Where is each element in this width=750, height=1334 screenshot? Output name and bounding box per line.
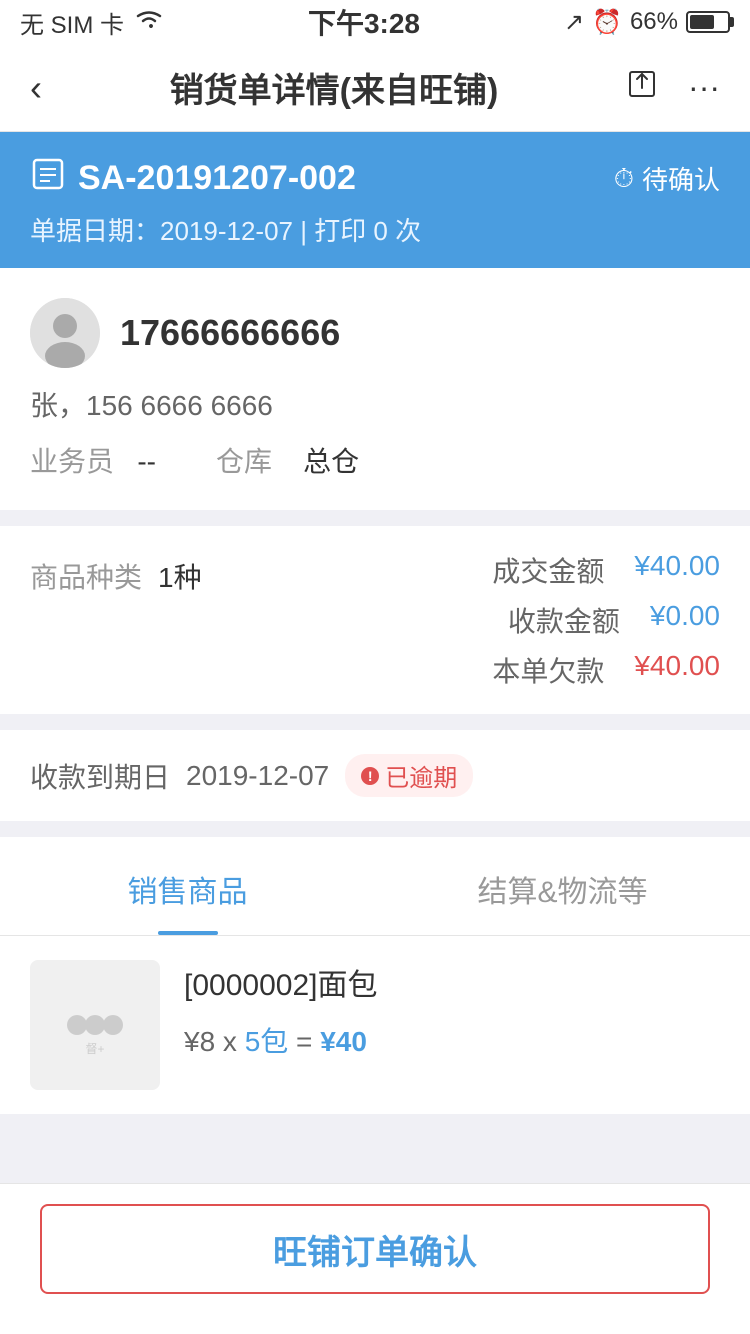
overdue-dot-icon: ! bbox=[361, 767, 379, 785]
customer-phone: 17666666666 bbox=[120, 312, 340, 354]
nav-actions: ··· bbox=[626, 68, 720, 108]
salesperson-section: 业务员 -- bbox=[30, 440, 156, 480]
location-icon: ↗ bbox=[564, 8, 584, 37]
avatar bbox=[30, 298, 100, 368]
back-button[interactable]: ‹ bbox=[30, 67, 42, 109]
warehouse-section: 仓库 总仓 bbox=[216, 440, 359, 480]
customer-section: 17666666666 张，156 6666 6666 业务员 -- 仓库 总仓 bbox=[0, 268, 750, 510]
order-id-text: SA-20191207-002 bbox=[78, 159, 356, 198]
summary-left: 商品种类 1种 bbox=[30, 550, 202, 596]
order-status: ⏱ 待确认 bbox=[614, 160, 720, 197]
more-button[interactable]: ··· bbox=[688, 69, 720, 106]
confirm-button[interactable]: 旺铺订单确认 bbox=[40, 1204, 710, 1294]
wifi-icon bbox=[134, 8, 164, 37]
product-price: ¥8 x 5包 = ¥40 bbox=[184, 1020, 720, 1060]
product-type-label: 商品种类 bbox=[30, 556, 142, 596]
amount-row-2: 本单欠款 ¥40.00 bbox=[492, 650, 720, 690]
due-date-section: 收款到期日 2019-12-07 ! 已逾期 bbox=[0, 730, 750, 821]
product-separator: = bbox=[288, 1026, 320, 1057]
status-time: 下午3:28 bbox=[308, 2, 420, 42]
salesperson-label: 业务员 bbox=[30, 446, 114, 477]
amount-value-0: ¥40.00 bbox=[634, 550, 720, 590]
product-name: [0000002]面包 bbox=[184, 960, 720, 1004]
amount-value-1: ¥0.00 bbox=[650, 600, 720, 640]
product-total: ¥40 bbox=[320, 1026, 367, 1057]
battery-icon bbox=[686, 11, 730, 33]
amount-value-2: ¥40.00 bbox=[634, 650, 720, 690]
carrier-text: 无 SIM 卡 bbox=[20, 5, 124, 40]
status-bar: 无 SIM 卡 下午3:28 ↗ ⏰ 66% bbox=[0, 0, 750, 44]
amount-label-2: 本单欠款 bbox=[492, 650, 604, 690]
amount-row-0: 成交金额 ¥40.00 bbox=[492, 550, 720, 590]
nav-bar: ‹ 销货单详情(来自旺铺) ··· bbox=[0, 44, 750, 132]
status-clock-icon: ⏱ bbox=[614, 163, 634, 195]
status-text: 待确认 bbox=[642, 160, 720, 197]
tab-logistics[interactable]: 结算&物流等 bbox=[375, 837, 750, 935]
customer-name: 张，156 6666 6666 bbox=[30, 384, 720, 424]
bottom-bar: 旺铺订单确认 bbox=[0, 1183, 750, 1334]
product-thumbnail: 督+ bbox=[30, 960, 160, 1090]
warehouse-label: 仓库 bbox=[216, 446, 272, 477]
order-id: SA-20191207-002 bbox=[30, 156, 356, 201]
product-type-value: 1种 bbox=[158, 556, 202, 596]
product-qty: 5包 bbox=[245, 1026, 289, 1057]
tab-products-label: 销售商品 bbox=[128, 876, 248, 909]
alarm-icon: ⏰ bbox=[592, 8, 622, 37]
product-info: [0000002]面包 ¥8 x 5包 = ¥40 bbox=[184, 960, 720, 1060]
tab-logistics-label: 结算&物流等 bbox=[477, 876, 647, 909]
tab-products[interactable]: 销售商品 bbox=[0, 837, 375, 935]
product-item: 督+ [0000002]面包 ¥8 x 5包 = ¥40 bbox=[0, 936, 750, 1114]
svg-text:督+: 督+ bbox=[85, 1041, 104, 1056]
amount-label-0: 成交金额 bbox=[492, 550, 604, 590]
overdue-text: 已逾期 bbox=[385, 758, 457, 793]
customer-top: 17666666666 bbox=[30, 298, 720, 368]
tabs-section: 销售商品 结算&物流等 督+ [0000002]面包 ¥8 x 5包 = ¥40 bbox=[0, 837, 750, 1114]
share-button[interactable] bbox=[626, 68, 658, 108]
battery-text: 66% bbox=[630, 8, 678, 36]
summary-right: 成交金额 ¥40.00 收款金额 ¥0.00 本单欠款 ¥40.00 bbox=[492, 550, 720, 690]
order-header: SA-20191207-002 ⏱ 待确认 单据日期：2019-12-07 | … bbox=[0, 132, 750, 268]
overdue-badge: ! 已逾期 bbox=[345, 754, 473, 797]
order-date: 单据日期：2019-12-07 | 打印 0 次 bbox=[30, 211, 720, 248]
summary-section: 商品种类 1种 成交金额 ¥40.00 收款金额 ¥0.00 本单欠款 ¥40.… bbox=[0, 526, 750, 714]
order-icon bbox=[30, 156, 66, 201]
warehouse-value: 总仓 bbox=[303, 446, 359, 477]
order-header-top: SA-20191207-002 ⏱ 待确认 bbox=[30, 156, 720, 201]
tabs-row: 销售商品 结算&物流等 bbox=[0, 837, 750, 936]
due-date-label: 收款到期日 bbox=[30, 756, 170, 796]
salesperson-value: -- bbox=[137, 446, 156, 477]
status-left: 无 SIM 卡 bbox=[20, 5, 164, 40]
confirm-button-label: 旺铺订单确认 bbox=[273, 1225, 477, 1274]
amount-row-1: 收款金额 ¥0.00 bbox=[508, 600, 720, 640]
status-right: ↗ ⏰ 66% bbox=[564, 8, 730, 37]
customer-meta: 业务员 -- 仓库 总仓 bbox=[30, 440, 720, 480]
due-date-value: 2019-12-07 bbox=[186, 760, 329, 792]
amount-label-1: 收款金额 bbox=[508, 600, 620, 640]
product-unit-price: ¥8 x bbox=[184, 1026, 245, 1057]
page-title: 销货单详情(来自旺铺) bbox=[170, 63, 499, 112]
